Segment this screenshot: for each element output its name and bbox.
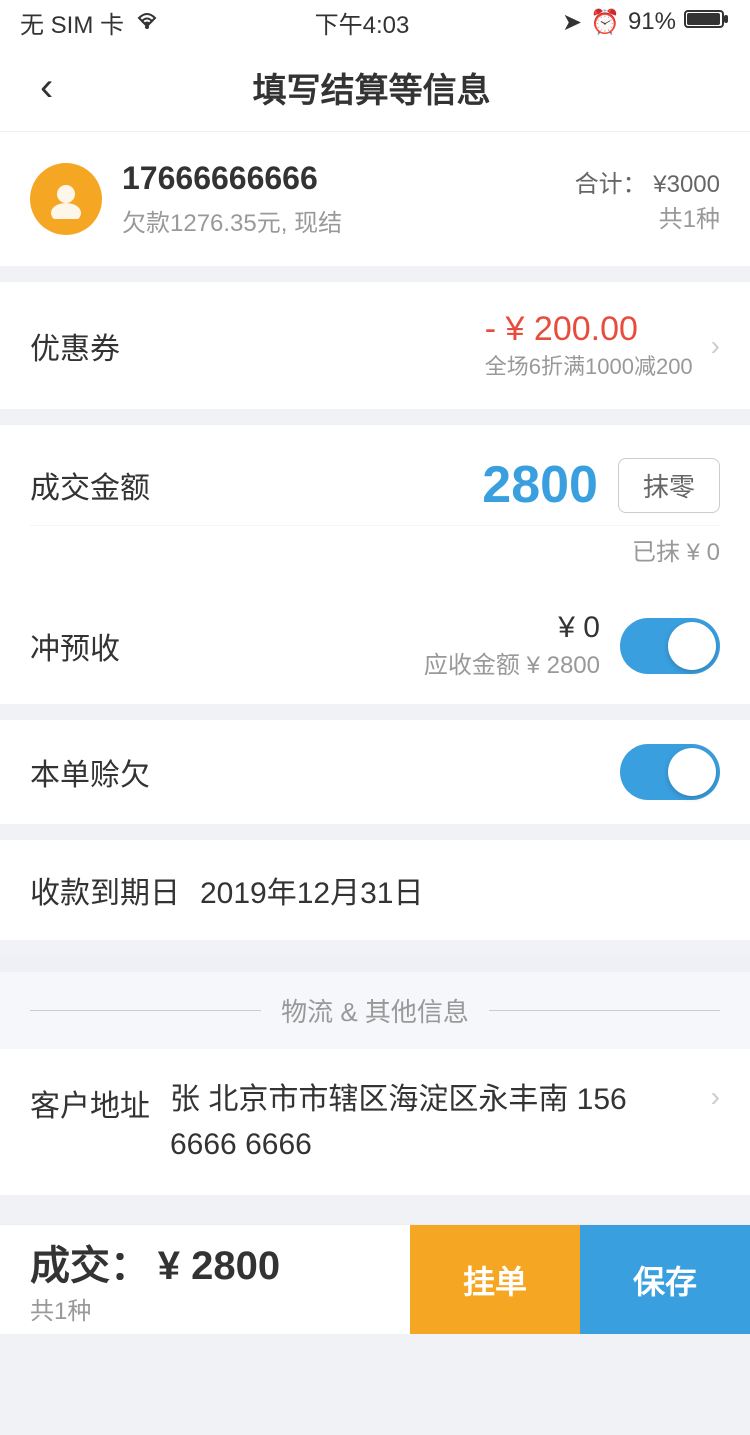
coupon-label: 优惠券 — [30, 324, 120, 368]
deal-amount: ¥ 2800 — [158, 1244, 280, 1288]
status-right: ➤ ⏰ 91% — [562, 8, 730, 37]
prepay-right: ¥ 0 应收金额 ¥ 2800 — [424, 611, 720, 680]
address-value: 张 北京市市辖区海淀区永丰南 156 6666 6666 — [170, 1077, 701, 1167]
prepay-row: 冲预收 ¥ 0 应收金额 ¥ 2800 — [30, 587, 720, 704]
logistics-header: 物流 & 其他信息 — [0, 972, 750, 1049]
customer-left: 17666666666 欠款1276.35元, 现结 — [30, 160, 342, 238]
due-row: 本单赊欠 — [30, 720, 720, 824]
deal-label: 成交： — [30, 1244, 150, 1288]
round-button[interactable]: 抹零 — [618, 458, 720, 513]
bottom-count: 共1种 — [30, 1291, 380, 1326]
location-icon: ➤ — [562, 8, 582, 37]
customer-debt: 欠款1276.35元, 现结 — [122, 203, 342, 238]
logistics-line-right — [489, 1010, 720, 1011]
amount-value: 2800 — [482, 455, 598, 515]
divider — [0, 956, 750, 972]
address-chevron-icon: › — [711, 1077, 720, 1113]
due-order-section: 本单赊欠 — [0, 720, 750, 824]
amount-label: 成交金额 — [30, 463, 150, 507]
address-label: 客户地址 — [30, 1077, 150, 1125]
coupon-right: - ¥ 200.00 全场6折满1000减200 › — [485, 310, 720, 381]
avatar — [30, 163, 102, 235]
date-label: 收款到期日 — [30, 868, 180, 912]
customer-phone: 17666666666 — [122, 160, 342, 197]
nav-bar: ‹ 填写结算等信息 — [0, 44, 750, 132]
back-button[interactable]: ‹ — [30, 55, 63, 120]
total-label: 合计： ¥3000 — [575, 164, 720, 199]
coupon-discount: - ¥ 200.00 — [485, 310, 693, 349]
customer-card: 17666666666 欠款1276.35元, 现结 合计： ¥3000 共1种 — [0, 132, 750, 266]
amount-row: 成交金额 2800 抹零 — [30, 425, 720, 526]
customer-info: 17666666666 欠款1276.35元, 现结 — [122, 160, 342, 238]
status-time: 下午4:03 — [315, 5, 410, 40]
pending-button[interactable]: 挂单 — [410, 1225, 580, 1334]
total-count: 共1种 — [575, 199, 720, 234]
due-order-toggle[interactable] — [620, 744, 720, 800]
coupon-desc: 全场6折满1000减200 — [485, 349, 693, 381]
prepay-values: ¥ 0 应收金额 ¥ 2800 — [424, 611, 600, 680]
due-date-section: 收款到期日 2019年12月31日 — [0, 840, 750, 940]
status-left: 无 SIM 卡 — [20, 5, 162, 40]
prepay-toggle[interactable] — [620, 618, 720, 674]
prepay-label: 冲预收 — [30, 624, 120, 668]
customer-right: 合计： ¥3000 共1种 — [575, 164, 720, 234]
battery-icon — [684, 8, 730, 37]
bottom-deal: 成交： ¥ 2800 — [30, 1233, 380, 1291]
battery-text: 91% — [628, 8, 676, 36]
bottom-summary: 成交： ¥ 2800 共1种 — [0, 1233, 410, 1326]
coupon-chevron-icon: › — [711, 330, 720, 362]
page-title: 填写结算等信息 — [83, 63, 660, 112]
date-row: 收款到期日 2019年12月31日 — [30, 840, 720, 940]
due-order-label: 本单赊欠 — [30, 750, 150, 794]
prepay-amount: ¥ 0 — [424, 611, 600, 645]
logistics-text: 物流 & 其他信息 — [261, 992, 489, 1029]
wifi-icon — [132, 8, 162, 37]
bottom-bar: 成交： ¥ 2800 共1种 挂单 保存 — [0, 1224, 750, 1334]
save-button[interactable]: 保存 — [580, 1225, 750, 1334]
amount-sub: 已抹 ¥ 0 — [30, 526, 720, 587]
prepay-sub: 应收金额 ¥ 2800 — [424, 645, 600, 680]
alarm-icon: ⏰ — [590, 8, 620, 37]
amount-section: 成交金额 2800 抹零 已抹 ¥ 0 冲预收 ¥ 0 应收金额 ¥ 2800 — [0, 425, 750, 704]
coupon-row[interactable]: 优惠券 - ¥ 200.00 全场6折满1000减200 › — [0, 282, 750, 409]
no-sim-text: 无 SIM 卡 — [20, 5, 124, 40]
amount-right: 2800 抹零 — [482, 455, 720, 515]
address-row[interactable]: 客户地址 张 北京市市辖区海淀区永丰南 156 6666 6666 › — [0, 1049, 750, 1195]
status-bar: 无 SIM 卡 下午4:03 ➤ ⏰ 91% — [0, 0, 750, 44]
date-value: 2019年12月31日 — [200, 868, 423, 912]
logistics-line-left — [30, 1010, 261, 1011]
